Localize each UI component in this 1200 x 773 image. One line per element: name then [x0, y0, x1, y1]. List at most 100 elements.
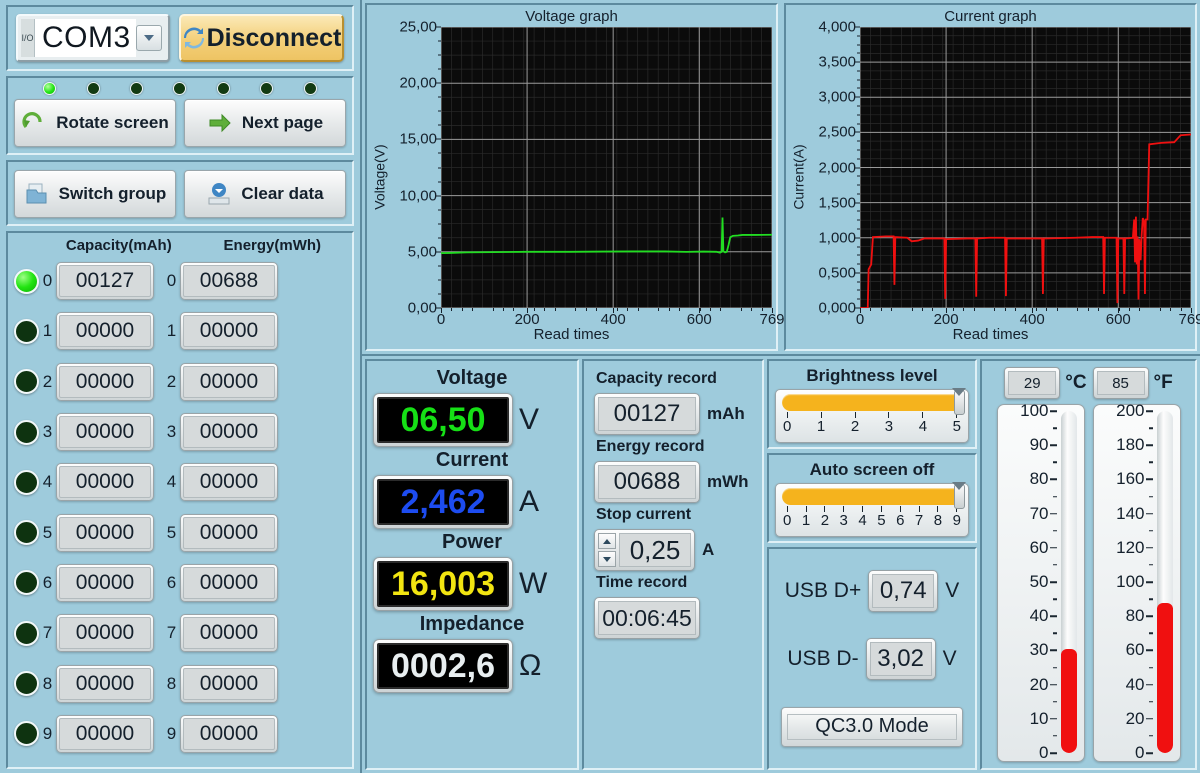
table-row[interactable]: 600000600000 — [14, 558, 346, 608]
fahrenheit-field: 85 — [1093, 367, 1149, 399]
table-row[interactable]: 800000800000 — [14, 658, 346, 708]
stop-current-increment-button[interactable] — [598, 533, 616, 549]
serial-port-combobox[interactable]: I/O COM3 — [16, 14, 170, 62]
auto-screen-off-tick-labels: 0123456789 — [782, 505, 962, 529]
impedance-label: Impedance — [373, 611, 571, 639]
qc-mode-label: QC3.0 Mode — [787, 714, 957, 740]
energy-row-index: 8 — [163, 674, 180, 694]
capacity-record-field: 00127 — [594, 393, 700, 435]
current-x-axis-label: Read times — [790, 326, 1191, 346]
tools-panel: Switch group Clear data — [6, 160, 354, 226]
page-led — [43, 82, 56, 95]
power-label: Power — [373, 529, 571, 557]
settings-column: Brightness level 012345 Auto screen off … — [767, 359, 977, 770]
group-led — [14, 470, 39, 495]
usb-dplus-unit: V — [945, 579, 959, 603]
energy-record-field: 00688 — [594, 461, 700, 503]
table-row[interactable]: 400000400000 — [14, 457, 346, 507]
energy-cell: 00688 — [180, 262, 278, 300]
clear-data-label: Clear data — [241, 184, 323, 204]
celsius-value: 29 — [1008, 371, 1056, 395]
arrow-right-icon — [207, 110, 233, 136]
capacity-cell: 00000 — [56, 363, 154, 401]
table-row[interactable]: 000127000688 — [14, 256, 346, 306]
table-row[interactable]: 200000200000 — [14, 357, 346, 407]
fahrenheit-thermometer: 200180160140120100806040200 — [1093, 404, 1181, 762]
rotate-arrow-icon — [21, 110, 47, 136]
table-body: 0001270006881000001000002000002000003000… — [14, 254, 346, 759]
disconnect-button[interactable]: Disconnect — [179, 14, 344, 62]
slider-tick: 3 — [840, 505, 848, 529]
capacity-record-value: 00127 — [598, 397, 696, 431]
energy-row-index: 6 — [163, 573, 180, 593]
slider-tick: 7 — [915, 505, 923, 529]
stop-current-value[interactable]: 0,25 — [619, 533, 691, 567]
usb-tester-app: I/O COM3 Disconnect — [0, 0, 1200, 773]
brightness-slider[interactable]: 012345 — [775, 389, 969, 443]
stop-current-decrement-button[interactable] — [598, 551, 616, 567]
energy-cell: 00000 — [180, 665, 278, 703]
table-row[interactable]: 500000500000 — [14, 507, 346, 557]
table-header: Capacity(mAh) Energy(mWh) — [14, 237, 346, 254]
table-row[interactable]: 300000300000 — [14, 407, 346, 457]
disconnect-label: Disconnect — [207, 24, 342, 53]
rotate-screen-button[interactable]: Rotate screen — [14, 99, 176, 147]
energy-row-index: 3 — [163, 422, 180, 442]
power-value: 16,003 — [391, 565, 495, 604]
refresh-disconnect-icon — [182, 26, 206, 50]
capacity-cell: 00000 — [56, 564, 154, 602]
usb-dminus-value: 3,02 — [870, 642, 932, 676]
capacity-row-index: 9 — [39, 724, 56, 744]
capacity-cell: 00000 — [56, 715, 154, 753]
capacity-cell: 00000 — [56, 413, 154, 451]
table-row[interactable]: 100000100000 — [14, 306, 346, 356]
capacity-row-index: 1 — [39, 321, 56, 341]
slider-tick: 1 — [817, 411, 825, 435]
impedance-unit: Ω — [519, 649, 541, 683]
chevron-down-icon[interactable] — [136, 25, 162, 51]
time-record-value: 00:06:45 — [598, 601, 696, 635]
capacity-row-index: 6 — [39, 573, 56, 593]
capacity-column-header: Capacity(mAh) — [48, 237, 190, 254]
capacity-row-index: 7 — [39, 623, 56, 643]
io-port-icon: I/O — [21, 19, 35, 57]
serial-port-value: COM3 — [35, 19, 136, 57]
stop-current-stepper[interactable]: 0,25 — [594, 529, 695, 571]
graphs-row: Voltage graph Voltage(V) 0,005,0010,0015… — [362, 0, 1200, 356]
stop-current-unit: A — [702, 540, 714, 560]
power-unit: W — [519, 567, 547, 601]
slider-tick: 2 — [851, 411, 859, 435]
page-led — [130, 82, 143, 95]
chevron-down-icon — [952, 388, 966, 396]
clear-data-button[interactable]: Clear data — [184, 170, 346, 218]
table-row[interactable]: 900000900000 — [14, 709, 346, 759]
usb-dminus-label: USB D- — [787, 647, 858, 671]
brightness-panel: Brightness level 012345 — [767, 359, 977, 449]
energy-row-index: 4 — [163, 472, 180, 492]
energy-record-label: Energy record — [590, 435, 756, 461]
energy-cell: 00000 — [180, 564, 278, 602]
voltage-y-axis-label: Voltage(V) — [371, 27, 389, 326]
auto-screen-off-slider[interactable]: 0123456789 — [775, 483, 969, 537]
qc-mode-button[interactable]: QC3.0 Mode — [781, 707, 963, 747]
table-row[interactable]: 700000700000 — [14, 608, 346, 658]
slider-tick: 3 — [885, 411, 893, 435]
voltage-plot-area — [441, 27, 772, 308]
voltage-x-ticks: 0200400600769 — [441, 308, 772, 326]
next-page-button[interactable]: Next page — [184, 99, 346, 147]
group-led — [14, 671, 39, 696]
energy-cell: 00000 — [180, 312, 278, 350]
capacity-row-index: 2 — [39, 372, 56, 392]
live-measurements-panel: Voltage 06,50 V Current 2,462 A Power — [365, 359, 579, 770]
energy-cell: 00000 — [180, 614, 278, 652]
capacity-cell: 00000 — [56, 312, 154, 350]
slider-tick: 1 — [802, 505, 810, 529]
current-x-ticks: 0200400600769 — [860, 308, 1191, 326]
navigation-panel: Rotate screen Next page — [6, 76, 354, 155]
switch-group-button[interactable]: Switch group — [14, 170, 176, 218]
capacity-cell: 00000 — [56, 514, 154, 552]
energy-cell: 00000 — [180, 463, 278, 501]
energy-row-index: 1 — [163, 321, 180, 341]
bottom-panels: Voltage 06,50 V Current 2,462 A Power — [362, 356, 1200, 773]
slider-tick: 6 — [896, 505, 904, 529]
